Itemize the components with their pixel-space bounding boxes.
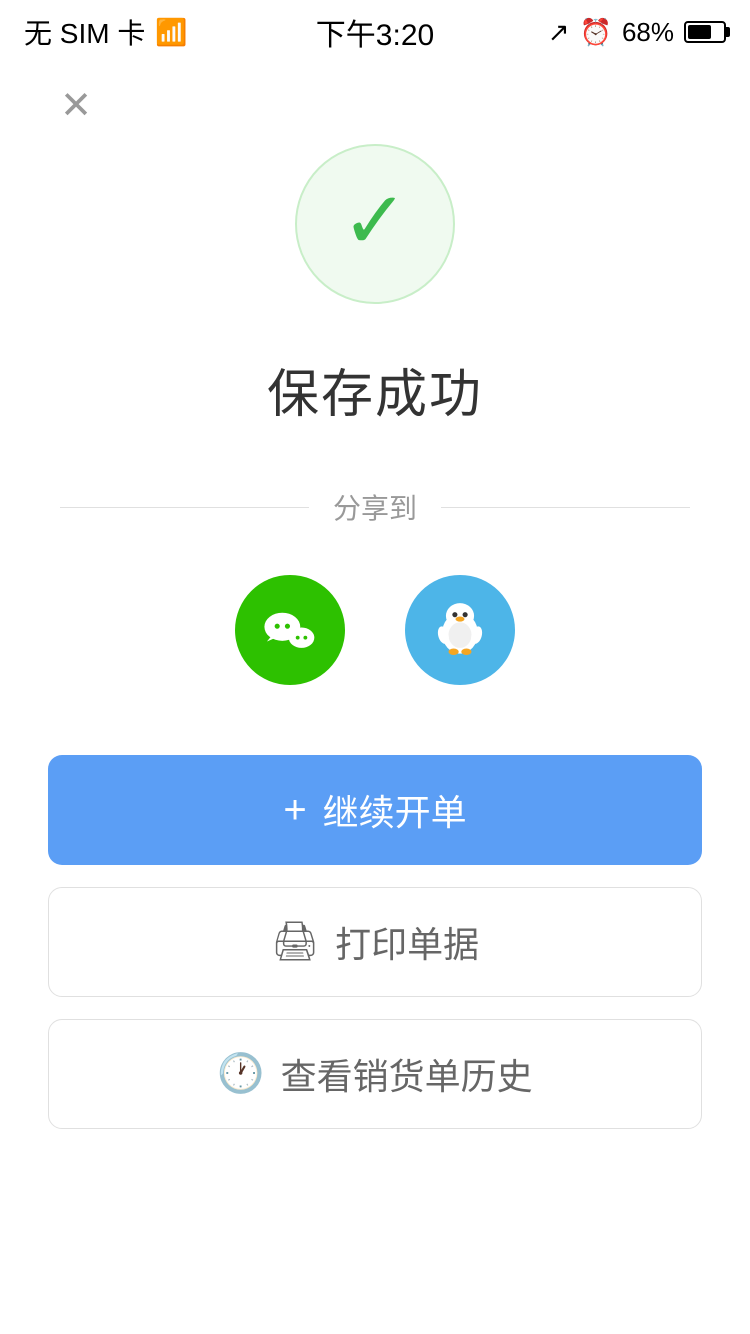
success-circle: ✓ xyxy=(295,144,455,304)
print-label: 打印单据 xyxy=(335,916,479,968)
continue-label: 继续开单 xyxy=(323,784,467,836)
printer-icon: 🖨 xyxy=(271,920,319,964)
plus-icon: + xyxy=(283,788,306,833)
close-icon: ✕ xyxy=(60,87,92,125)
qq-icon xyxy=(428,598,492,662)
clock-icon: 🕐 xyxy=(217,1052,264,1096)
close-button[interactable]: ✕ xyxy=(48,78,104,134)
wechat-share-button[interactable] xyxy=(235,575,345,685)
qq-share-button[interactable] xyxy=(405,575,515,685)
checkmark-icon: ✓ xyxy=(341,181,408,261)
main-content: ✓ 保存成功 分享到 xyxy=(0,64,750,1151)
location-icon: ↗ xyxy=(548,17,570,48)
continue-button[interactable]: + 继续开单 xyxy=(48,755,702,865)
share-label: 分享到 xyxy=(309,487,441,527)
divider-left xyxy=(60,507,309,508)
history-label: 查看销货单历史 xyxy=(281,1048,533,1100)
status-left: 无 SIM 卡 📶 xyxy=(24,12,188,52)
share-divider: 分享到 xyxy=(0,487,750,527)
print-button[interactable]: 🖨 打印单据 xyxy=(48,887,702,997)
sim-text: 无 SIM 卡 xyxy=(24,12,145,52)
status-right: ↗ ⏰ 68% xyxy=(548,17,726,48)
buttons-container: + 继续开单 🖨 打印单据 🕐 查看销货单历史 xyxy=(0,755,750,1151)
battery-fill xyxy=(688,25,711,39)
battery-icon xyxy=(684,21,726,43)
status-bar: 无 SIM 卡 📶 下午3:20 ↗ ⏰ 68% xyxy=(0,0,750,64)
wechat-icon xyxy=(258,598,322,662)
status-time: 下午3:20 xyxy=(316,10,434,54)
wifi-icon: 📶 xyxy=(155,17,187,48)
battery-text: 68% xyxy=(622,17,674,48)
divider-right xyxy=(441,507,690,508)
share-icons xyxy=(235,575,515,685)
alarm-icon: ⏰ xyxy=(580,17,612,48)
success-title: 保存成功 xyxy=(267,352,483,427)
history-button[interactable]: 🕐 查看销货单历史 xyxy=(48,1019,702,1129)
